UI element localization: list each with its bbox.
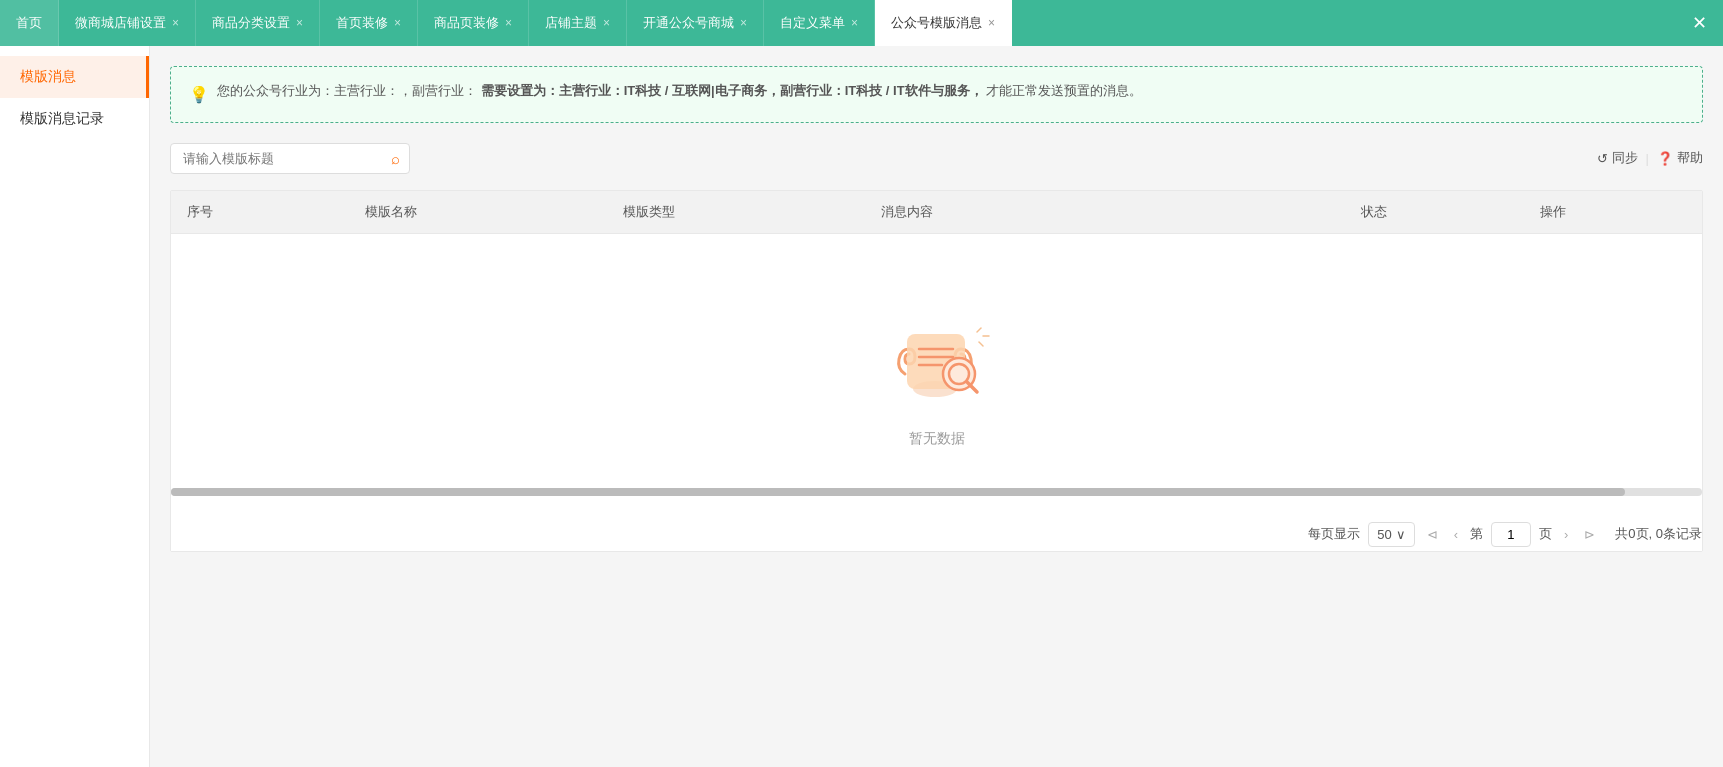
col-action: 操作 [1524,191,1702,234]
tab-product-decor-label: 商品页装修 [434,14,499,32]
global-close-button[interactable]: ✕ [1676,0,1723,46]
sync-label: 同步 [1612,149,1638,167]
tab-homepage-decor-label: 首页装修 [336,14,388,32]
page-next-button[interactable]: › [1560,525,1572,544]
page-last-button[interactable]: ⊳ [1580,525,1599,544]
tab-custom-menu-close[interactable]: × [851,16,858,30]
col-type: 模版类型 [607,191,865,234]
sidebar-item-template-msg-label: 模版消息 [20,68,76,84]
scrollbar-thumb[interactable] [171,488,1625,496]
notice-text: 您的公众号行业为：主营行业：，副营行业： 需要设置为：主营行业：IT科技 / 互… [217,81,1142,102]
tab-category[interactable]: 商品分类设置 × [196,0,320,46]
empty-state: 暂无数据 [171,234,1702,488]
sidebar-item-template-msg[interactable]: 模版消息 [0,56,149,98]
empty-illustration [877,294,997,414]
horizontal-scrollbar[interactable] [171,488,1702,496]
pagination: 每页显示 50 ∨ ⊲ ‹ 第 页 › ⊳ 共0页, 0条记录 [171,512,1702,551]
notice-highlight: 需要设置为：主营行业：IT科技 / 互联网|电子商务，副营行业：IT科技 / I… [481,83,983,98]
tab-wechat-shop-label: 微商城店铺设置 [75,14,166,32]
table-header: 序号 模版名称 模版类型 消息内容 状态 [171,191,1702,234]
notice-banner: 💡 您的公众号行业为：主营行业：，副营行业： 需要设置为：主营行业：IT科技 /… [170,66,1703,123]
table-body: 暂无数据 [171,233,1702,488]
col-index: 序号 [171,191,349,234]
empty-text: 暂无数据 [909,430,965,448]
tab-template-msg[interactable]: 公众号模版消息 × [875,0,1012,46]
data-table: 序号 模版名称 模版类型 消息内容 状态 [171,191,1702,488]
tab-template-msg-label: 公众号模版消息 [891,14,982,32]
per-page-label: 每页显示 [1308,525,1360,543]
tab-open-mall[interactable]: 开通公众号商城 × [627,0,764,46]
tab-homepage-decor-close[interactable]: × [394,16,401,30]
sync-button[interactable]: ↺ 同步 [1597,149,1638,167]
tab-product-decor-close[interactable]: × [505,16,512,30]
bulb-icon: 💡 [189,82,209,108]
help-icon: ❓ [1657,151,1673,166]
help-label: 帮助 [1677,149,1703,167]
tab-shop-theme[interactable]: 店铺主题 × [529,0,627,46]
col-status: 状态 [1345,191,1523,234]
search-input[interactable] [170,143,410,174]
table-header-row: 序号 模版名称 模版类型 消息内容 状态 [171,191,1702,234]
table-wrapper: 序号 模版名称 模版类型 消息内容 状态 [170,190,1703,552]
close-icon: ✕ [1692,12,1707,34]
top-navigation: 首页 微商城店铺设置 × 商品分类设置 × 首页装修 × 商品页装修 × 店铺主… [0,0,1723,46]
tab-wechat-shop-close[interactable]: × [172,16,179,30]
sync-icon: ↺ [1597,151,1608,166]
search-input-wrap: ⌕ [170,143,410,174]
svg-line-8 [977,328,981,332]
tab-category-label: 商品分类设置 [212,14,290,32]
tab-wechat-shop[interactable]: 微商城店铺设置 × [59,0,196,46]
tab-home[interactable]: 首页 [0,0,59,46]
main-layout: 模版消息 模版消息记录 💡 您的公众号行业为：主营行业：，副营行业： 需要设置为… [0,46,1723,767]
tab-custom-menu-label: 自定义菜单 [780,14,845,32]
per-page-select[interactable]: 50 ∨ [1368,522,1414,547]
col-content: 消息内容 [865,191,1345,234]
tab-custom-menu[interactable]: 自定义菜单 × [764,0,875,46]
page-input[interactable] [1491,522,1531,547]
sidebar-item-template-record[interactable]: 模版消息记录 [0,98,149,140]
toolbar-right: ↺ 同步 | ❓ 帮助 [1597,149,1703,167]
tab-shop-theme-close[interactable]: × [603,16,610,30]
empty-row: 暂无数据 [171,233,1702,488]
total-info: 共0页, 0条记录 [1615,525,1702,543]
help-button[interactable]: ❓ 帮助 [1657,149,1703,167]
notice-suffix: 才能正常发送预置的消息。 [986,83,1142,98]
sidebar: 模版消息 模版消息记录 [0,46,150,767]
search-icon: ⌕ [391,150,400,167]
tab-home-label: 首页 [16,14,42,32]
tab-category-close[interactable]: × [296,16,303,30]
tab-open-mall-label: 开通公众号商城 [643,14,734,32]
page-first-button[interactable]: ⊲ [1423,525,1442,544]
tab-homepage-decor[interactable]: 首页装修 × [320,0,418,46]
tab-product-decor[interactable]: 商品页装修 × [418,0,529,46]
toolbar-divider: | [1646,151,1649,166]
svg-line-10 [979,342,983,346]
sidebar-item-template-record-label: 模版消息记录 [20,110,104,126]
page-prev-button[interactable]: ‹ [1450,525,1462,544]
content-area: 💡 您的公众号行业为：主营行业：，副营行业： 需要设置为：主营行业：IT科技 /… [150,46,1723,767]
col-name: 模版名称 [349,191,607,234]
tab-open-mall-close[interactable]: × [740,16,747,30]
notice-prefix: 您的公众号行业为：主营行业：，副营行业： [217,83,477,98]
chevron-down-icon: ∨ [1396,527,1406,542]
tab-shop-theme-label: 店铺主题 [545,14,597,32]
page-label: 第 [1470,525,1483,543]
page-suffix: 页 [1539,525,1552,543]
search-bar: ⌕ ↺ 同步 | ❓ 帮助 [170,143,1703,174]
per-page-value: 50 [1377,527,1391,542]
tab-template-msg-close[interactable]: × [988,16,995,30]
search-button[interactable]: ⌕ [391,150,400,167]
